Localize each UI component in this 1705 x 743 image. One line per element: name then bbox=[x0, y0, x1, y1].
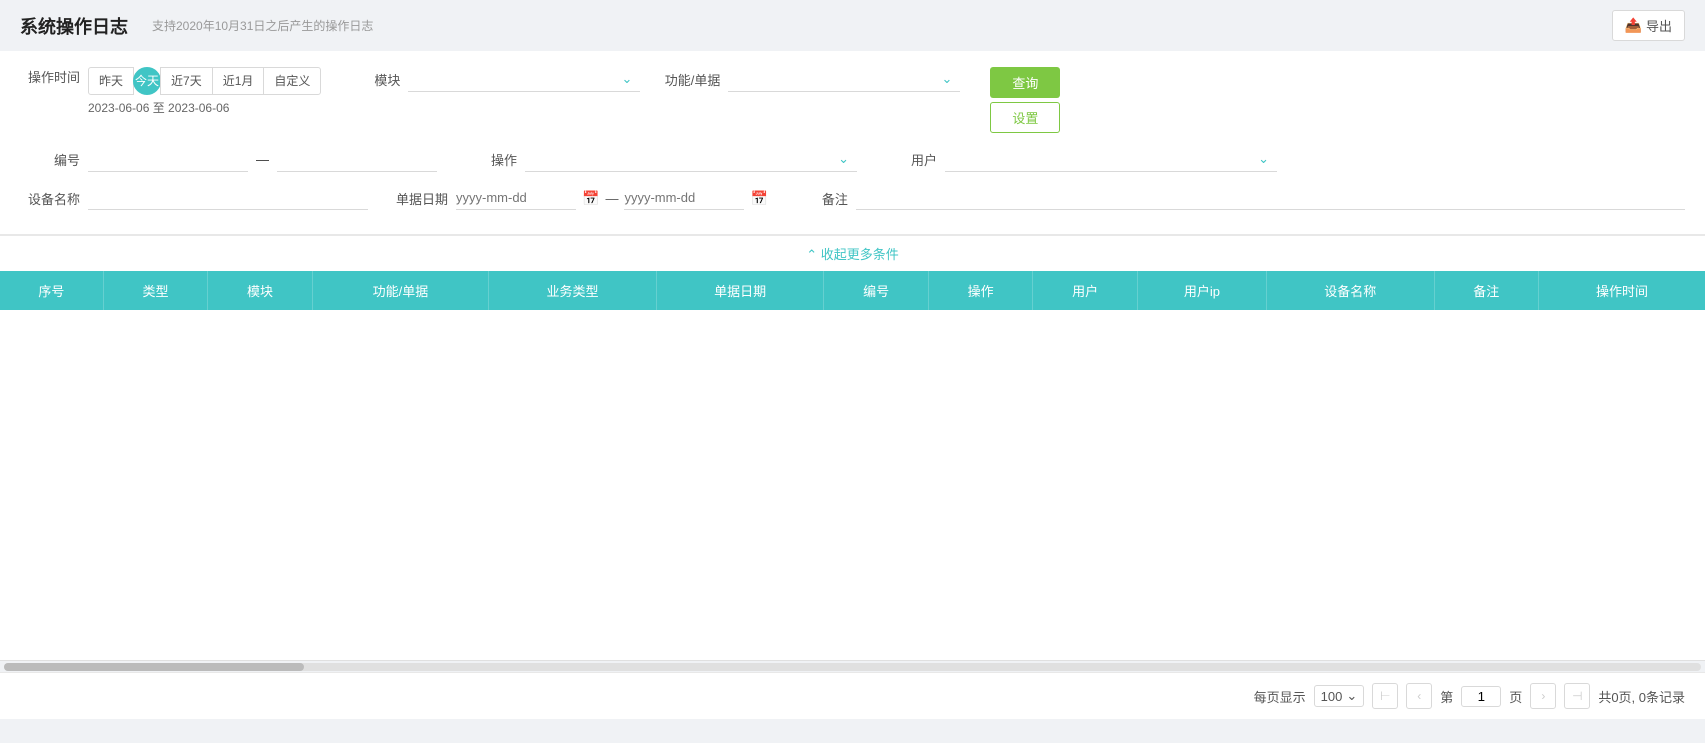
date-to-input[interactable] bbox=[624, 186, 744, 210]
export-label: 导出 bbox=[1646, 16, 1672, 35]
remark-label: 备注 bbox=[788, 189, 848, 208]
page-title: 系统操作日志 bbox=[20, 13, 128, 39]
scrollbar-thumb bbox=[4, 663, 304, 671]
collapse-bar[interactable]: ⌃ 收起更多条件 bbox=[0, 235, 1705, 271]
serial-group: 编号 — bbox=[20, 148, 437, 172]
module-chevron-icon: ⌄ bbox=[622, 71, 633, 87]
date-input-group: 📅 — 📅 bbox=[456, 186, 768, 210]
function-group: 功能/单据 ⌄ bbox=[660, 67, 960, 92]
col-function: 功能/单据 bbox=[312, 271, 488, 310]
time-filter-group: 操作时间 昨天 今天 近7天 近1月 自定义 2023-06-06 至 2023… bbox=[20, 67, 320, 116]
user-group: 用户 ⌄ bbox=[877, 147, 1277, 172]
col-serial: 序号 bbox=[0, 271, 103, 310]
empty-area bbox=[0, 310, 1705, 660]
operation-chevron-icon: ⌄ bbox=[838, 151, 849, 167]
prev-page-button[interactable]: ‹ bbox=[1406, 683, 1432, 709]
operation-label: 操作 bbox=[457, 150, 517, 169]
module-select[interactable]: ⌄ bbox=[408, 67, 640, 92]
page-label: 第 bbox=[1440, 687, 1453, 706]
calendar-to-icon[interactable]: 📅 bbox=[750, 190, 767, 207]
export-button[interactable]: 📤 导出 bbox=[1612, 10, 1685, 41]
horizontal-scrollbar[interactable] bbox=[0, 660, 1705, 672]
query-button[interactable]: 查询 bbox=[990, 67, 1060, 98]
table-container: 序号 类型 模块 功能/单据 业务类型 单据日期 编号 操作 用户 用户ip 设… bbox=[0, 271, 1705, 660]
filter-row-3: 设备名称 单据日期 📅 — 📅 备注 bbox=[20, 186, 1685, 210]
last-page-button[interactable]: ⊣ bbox=[1564, 683, 1590, 709]
col-business-type: 业务类型 bbox=[489, 271, 657, 310]
module-label: 模块 bbox=[340, 70, 400, 89]
col-device-name: 设备名称 bbox=[1266, 271, 1434, 310]
time-buttons-row: 昨天 今天 近7天 近1月 自定义 bbox=[88, 67, 320, 95]
operation-select[interactable]: ⌄ bbox=[525, 147, 857, 172]
date-dash: — bbox=[605, 191, 618, 206]
pagination: 每页显示 100 ⌄ ⊢ ‹ 第 页 › ⊣ 共0页, 0条记录 bbox=[0, 672, 1705, 719]
col-operation-time: 操作时间 bbox=[1539, 271, 1705, 310]
date-from-input[interactable] bbox=[456, 186, 576, 210]
calendar-from-icon[interactable]: 📅 bbox=[582, 190, 599, 207]
function-select[interactable]: ⌄ bbox=[728, 67, 960, 92]
col-remark: 备注 bbox=[1434, 271, 1538, 310]
voucher-date-label: 单据日期 bbox=[388, 189, 448, 208]
serial-input-from[interactable] bbox=[88, 148, 248, 172]
page-size-chevron-icon: ⌄ bbox=[1346, 688, 1357, 704]
scrollbar-track bbox=[4, 663, 1701, 671]
table-header-row: 序号 类型 模块 功能/单据 业务类型 单据日期 编号 操作 用户 用户ip 设… bbox=[0, 271, 1705, 310]
collapse-icon: ⌃ bbox=[806, 247, 821, 262]
filter-panel: 操作时间 昨天 今天 近7天 近1月 自定义 2023-06-06 至 2023… bbox=[0, 51, 1705, 235]
next-page-button[interactable]: › bbox=[1530, 683, 1556, 709]
module-group: 模块 ⌄ bbox=[340, 67, 640, 92]
col-user-ip: 用户ip bbox=[1137, 271, 1266, 310]
settings-button[interactable]: 设置 bbox=[990, 102, 1060, 133]
col-type: 类型 bbox=[103, 271, 207, 310]
device-label: 设备名称 bbox=[20, 189, 80, 208]
main-table: 序号 类型 模块 功能/单据 业务类型 单据日期 编号 操作 用户 用户ip 设… bbox=[0, 271, 1705, 310]
page-subtitle: 支持2020年10月31日之后产生的操作日志 bbox=[152, 17, 373, 34]
col-voucher-date: 单据日期 bbox=[656, 271, 824, 310]
page-number-input[interactable] bbox=[1461, 686, 1501, 707]
operation-group: 操作 ⌄ bbox=[457, 147, 857, 172]
user-label: 用户 bbox=[877, 150, 937, 169]
remark-group: 备注 bbox=[788, 186, 1685, 210]
col-serial-no: 编号 bbox=[824, 271, 928, 310]
first-page-button[interactable]: ⊢ bbox=[1372, 683, 1398, 709]
time-btn-7days[interactable]: 近7天 bbox=[160, 67, 213, 95]
export-icon: 📤 bbox=[1625, 17, 1642, 34]
page-suffix: 页 bbox=[1509, 687, 1522, 706]
page-total: 共0页, 0条记录 bbox=[1598, 687, 1685, 706]
serial-label: 编号 bbox=[20, 150, 80, 169]
per-page-label: 每页显示 bbox=[1254, 687, 1306, 706]
time-btn-custom[interactable]: 自定义 bbox=[263, 67, 321, 95]
remark-input[interactable] bbox=[856, 186, 1685, 210]
serial-input-to[interactable] bbox=[277, 148, 437, 172]
user-select[interactable]: ⌄ bbox=[945, 147, 1277, 172]
col-module: 模块 bbox=[208, 271, 312, 310]
filter-row-2: 编号 — 操作 ⌄ 用户 ⌄ bbox=[20, 147, 1685, 172]
time-btn-1month[interactable]: 近1月 bbox=[212, 67, 265, 95]
scrollbar-inner bbox=[0, 661, 1705, 672]
operation-time-label: 操作时间 bbox=[20, 67, 80, 86]
function-chevron-icon: ⌄ bbox=[942, 71, 953, 87]
user-chevron-icon: ⌄ bbox=[1258, 151, 1269, 167]
time-date-range: 2023-06-06 至 2023-06-06 bbox=[88, 99, 320, 116]
col-user: 用户 bbox=[1033, 271, 1137, 310]
voucher-date-group: 单据日期 📅 — 📅 bbox=[388, 186, 768, 210]
collapse-label: 收起更多条件 bbox=[821, 247, 899, 262]
serial-dash: — bbox=[256, 152, 269, 167]
device-group: 设备名称 bbox=[20, 186, 368, 210]
device-input[interactable] bbox=[88, 186, 368, 210]
action-buttons: 查询 设置 bbox=[990, 67, 1060, 133]
table-head: 序号 类型 模块 功能/单据 业务类型 单据日期 编号 操作 用户 用户ip 设… bbox=[0, 271, 1705, 310]
time-btn-today[interactable]: 今天 bbox=[133, 67, 161, 95]
page-header: 系统操作日志 支持2020年10月31日之后产生的操作日志 📤 导出 bbox=[0, 0, 1705, 51]
page-size-select[interactable]: 100 ⌄ bbox=[1314, 685, 1365, 707]
function-label: 功能/单据 bbox=[660, 70, 720, 89]
page-size-value: 100 bbox=[1321, 689, 1343, 704]
time-btn-yesterday[interactable]: 昨天 bbox=[88, 67, 134, 95]
col-operation: 操作 bbox=[928, 271, 1032, 310]
